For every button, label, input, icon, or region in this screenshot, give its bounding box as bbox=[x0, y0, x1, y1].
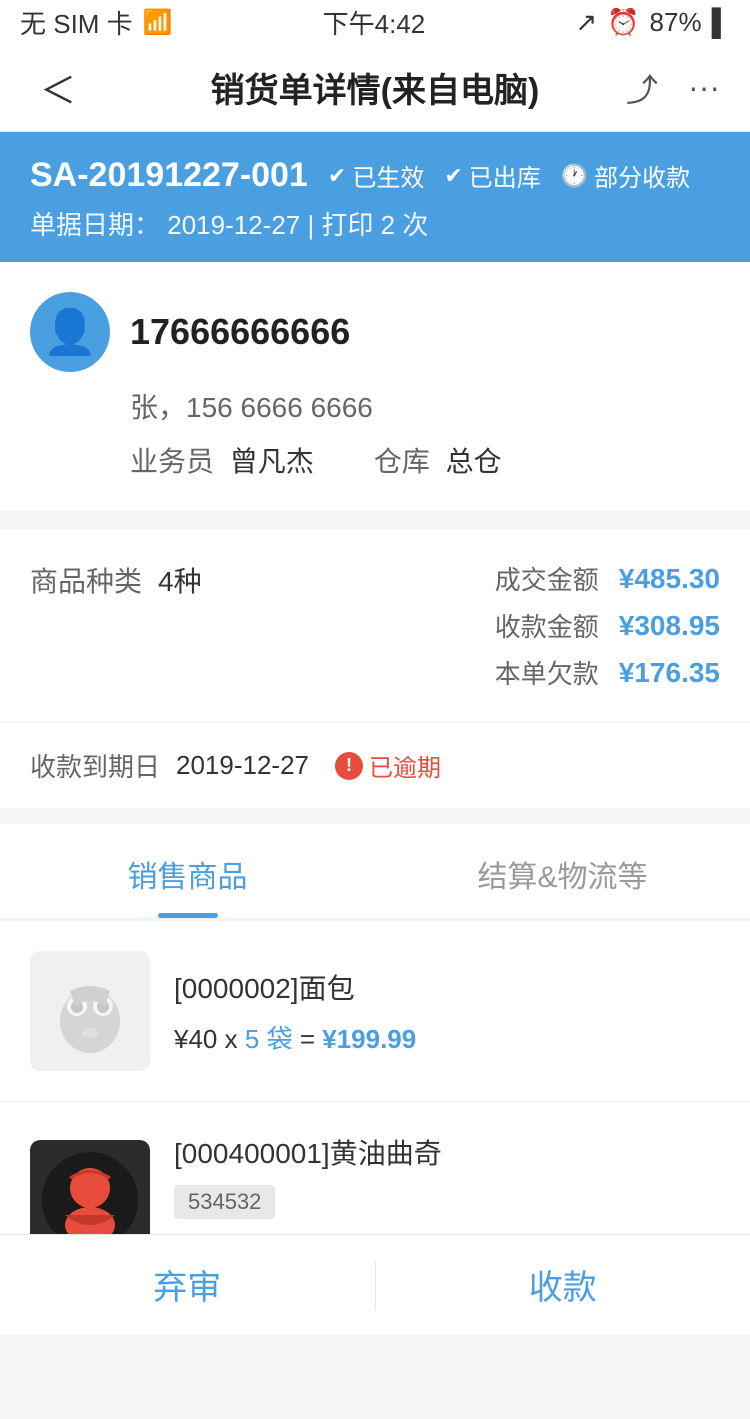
time-label: 下午4:42 bbox=[323, 4, 426, 41]
status-left: 无 SIM 卡 📶 bbox=[20, 4, 173, 41]
product-item: [0000002]面包 ¥40 x 5 袋 = ¥199.99 bbox=[0, 921, 750, 1102]
tabs-bar: 销售商品 结算&物流等 bbox=[0, 824, 750, 919]
order-date: 2019-12-27 bbox=[167, 210, 300, 240]
deal-amount: ¥485.30 bbox=[619, 563, 720, 595]
type-count: 4种 bbox=[158, 560, 202, 600]
status-badge-partial: 🕐 部分收款 bbox=[561, 158, 690, 193]
product-price-1: ¥40 x 5 袋 = ¥199.99 bbox=[174, 1019, 720, 1056]
overdue-badge: ! 已逾期 bbox=[335, 748, 441, 783]
deal-amount-row: 成交金额 ¥485.30 bbox=[495, 560, 720, 597]
wifi-icon: 📶 bbox=[143, 8, 173, 37]
product-thumbnail-1 bbox=[30, 951, 150, 1071]
overdue-icon: ! bbox=[335, 752, 363, 780]
receipt-amount: ¥308.95 bbox=[619, 610, 720, 642]
nav-actions: ⤴ ··· bbox=[626, 65, 720, 111]
due-date-value: 2019-12-27 bbox=[176, 750, 309, 781]
status-bar: 无 SIM 卡 📶 下午4:42 ↗ ⏰ 87% ▌ bbox=[0, 0, 750, 44]
print-info: | 打印 2 次 bbox=[307, 210, 428, 240]
battery-icon: ▌ bbox=[712, 7, 730, 38]
cancel-review-button[interactable]: 弃审 bbox=[0, 1240, 375, 1329]
page-title: 销货单详情(来自电脑) bbox=[211, 63, 540, 112]
warehouse-label: 仓库 bbox=[374, 446, 430, 477]
customer-contact: 张，156 6666 6666 bbox=[130, 386, 720, 426]
due-date-section: 收款到期日 2019-12-27 ! 已逾期 bbox=[0, 723, 750, 808]
overdue-text: 已逾期 bbox=[369, 748, 441, 783]
check-icon-shipped: ✔ bbox=[444, 163, 462, 189]
receipt-amount-row: 收款金额 ¥308.95 bbox=[495, 607, 720, 644]
share-icon[interactable]: ⤴ bbox=[626, 65, 658, 111]
salesperson-label: 业务员 bbox=[130, 446, 214, 477]
more-icon[interactable]: ··· bbox=[688, 69, 720, 106]
receipt-label: 收款金额 bbox=[495, 607, 599, 644]
unit-price-1: ¥40 bbox=[174, 1024, 217, 1054]
customer-account-id: 17666666666 bbox=[130, 311, 350, 353]
battery-label: 87% bbox=[650, 7, 702, 38]
deal-label: 成交金额 bbox=[495, 560, 599, 597]
due-date-label: 收款到期日 bbox=[30, 747, 160, 784]
status-badge-shipped: ✔ 已出库 bbox=[444, 158, 540, 193]
customer-section: 👤 17666666666 张，156 6666 6666 业务员 曾凡杰 仓库… bbox=[0, 262, 750, 510]
unit-1: 袋 bbox=[267, 1024, 293, 1054]
warehouse-name: 总仓 bbox=[446, 446, 502, 477]
collect-payment-button[interactable]: 收款 bbox=[376, 1240, 750, 1329]
product-image-owl bbox=[40, 961, 140, 1061]
order-id: SA-20191227-001 bbox=[30, 156, 308, 195]
salesperson-name: 曾凡杰 bbox=[230, 446, 314, 477]
product-sku-2: 534532 bbox=[174, 1185, 275, 1219]
back-button[interactable]: ＜ bbox=[30, 52, 86, 124]
salesperson-info: 业务员 曾凡杰 bbox=[130, 440, 314, 480]
alarm-icon: ⏰ bbox=[607, 7, 639, 38]
total-1: ¥199.99 bbox=[322, 1024, 416, 1054]
customer-main-row: 👤 17666666666 bbox=[30, 292, 720, 372]
location-icon: ↗ bbox=[575, 7, 597, 38]
summary-right: 成交金额 ¥485.30 收款金额 ¥308.95 本单欠款 ¥176.35 bbox=[495, 560, 720, 691]
tab-products[interactable]: 销售商品 bbox=[0, 824, 375, 918]
order-header: SA-20191227-001 ✔ 已生效 ✔ 已出库 🕐 部分收款 单据日期：… bbox=[0, 132, 750, 262]
tab-products-label: 销售商品 bbox=[128, 861, 248, 894]
type-label: 商品种类 bbox=[30, 560, 142, 600]
owed-label: 本单欠款 bbox=[495, 654, 599, 691]
product-info-1: [0000002]面包 ¥40 x 5 袋 = ¥199.99 bbox=[174, 967, 720, 1056]
product-name-2: [000400001]黄油曲奇 bbox=[174, 1132, 720, 1172]
status-right: ↗ ⏰ 87% ▌ bbox=[575, 7, 730, 38]
status-badge-active: ✔ 已生效 bbox=[328, 158, 424, 193]
summary-section: 商品种类 4种 成交金额 ¥485.30 收款金额 ¥308.95 本单欠款 ¥… bbox=[0, 530, 750, 721]
carrier-label: 无 SIM 卡 bbox=[20, 4, 133, 41]
nav-bar: ＜ 销货单详情(来自电脑) ⤴ ··· bbox=[0, 44, 750, 132]
tab-settlement-label: 结算&物流等 bbox=[477, 861, 647, 894]
product-name-1: [0000002]面包 bbox=[174, 967, 720, 1007]
avatar: 👤 bbox=[30, 292, 110, 372]
clock-icon: 🕐 bbox=[561, 163, 588, 189]
customer-meta: 业务员 曾凡杰 仓库 总仓 bbox=[130, 440, 720, 480]
user-icon: 👤 bbox=[43, 306, 98, 358]
equals-1: = bbox=[300, 1024, 322, 1054]
bottom-bar: 弃审 收款 bbox=[0, 1234, 750, 1334]
check-icon-active: ✔ bbox=[328, 163, 346, 189]
multiply-icon-1: x bbox=[225, 1024, 245, 1054]
summary-left: 商品种类 4种 bbox=[30, 560, 202, 600]
order-date-row: 单据日期： 2019-12-27 | 打印 2 次 bbox=[30, 205, 720, 242]
owed-amount-row: 本单欠款 ¥176.35 bbox=[495, 654, 720, 691]
summary-row: 商品种类 4种 成交金额 ¥485.30 收款金额 ¥308.95 本单欠款 ¥… bbox=[30, 560, 720, 691]
tab-settlement[interactable]: 结算&物流等 bbox=[375, 824, 750, 918]
owed-amount: ¥176.35 bbox=[619, 657, 720, 689]
date-label: 单据日期： bbox=[30, 210, 160, 240]
back-icon: ＜ bbox=[40, 70, 76, 111]
warehouse-info: 仓库 总仓 bbox=[374, 440, 502, 480]
qty-1: 5 bbox=[245, 1024, 259, 1054]
